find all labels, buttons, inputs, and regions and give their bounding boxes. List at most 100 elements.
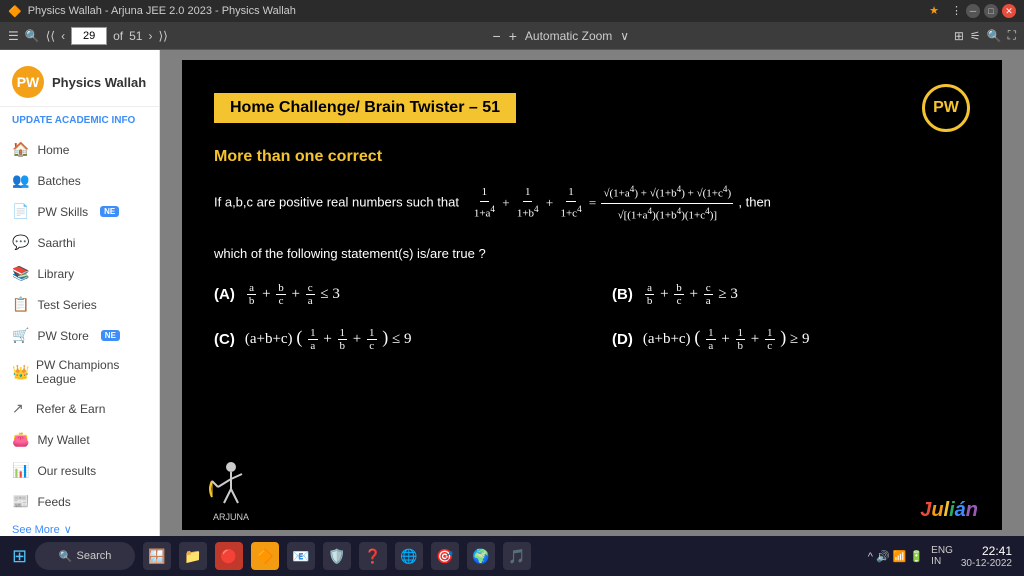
sidebar-item-label: Saarthi [37, 236, 75, 250]
option-a-expr: a b + b c + c a ≤ 3 [245, 282, 340, 307]
first-page-icon[interactable]: ⟨⟨ [46, 29, 55, 43]
minimize-button[interactable]: ─ [966, 4, 980, 18]
split-icon[interactable]: ⚟ [970, 29, 981, 43]
library-icon: 📚 [12, 265, 29, 282]
question-intro: If a,b,c are positive real numbers such … [214, 195, 459, 210]
question-text: If a,b,c are positive real numbers such … [214, 182, 970, 226]
test-series-icon: 📋 [12, 296, 29, 313]
menu-icon[interactable]: ⋮ [951, 4, 962, 18]
taskbar-app-4[interactable]: 🔶 [251, 542, 279, 570]
sidebar: PW Physics Wallah UPDATE ACADEMIC INFO 🏠… [0, 50, 160, 536]
search-icon[interactable]: 🔍 [25, 29, 40, 43]
option-c: (C) (a+b+c) ( 1 a + 1 b + [214, 327, 572, 352]
prev-page-icon[interactable]: ‹ [61, 29, 65, 43]
option-a: (A) a b + b c + c [214, 282, 572, 307]
sidebar-item-feeds[interactable]: 📰 Feeds [0, 486, 159, 517]
sidebar-item-results[interactable]: 📊 Our results [0, 455, 159, 486]
search-toolbar-icon[interactable]: 🔍 [987, 29, 1002, 43]
taskbar-app-1[interactable]: 🪟 [143, 542, 171, 570]
batches-icon: 👥 [12, 172, 29, 189]
taskbar-app-8[interactable]: 🌐 [395, 542, 423, 570]
page-header: Home Challenge/ Brain Twister – 51 PW [214, 84, 970, 132]
update-academic-link[interactable]: UPDATE ACADEMIC INFO [0, 111, 159, 134]
clock-time: 22:41 [961, 544, 1012, 558]
pdf-page: Home Challenge/ Brain Twister – 51 PW Mo… [182, 60, 1002, 530]
sidebar-item-saarthi[interactable]: 💬 Saarthi [0, 227, 159, 258]
sidebar-item-label: My Wallet [37, 433, 89, 447]
taskbar-app-10[interactable]: 🌍 [467, 542, 495, 570]
sidebar-item-label: Library [37, 267, 74, 281]
close-button[interactable]: ✕ [1002, 4, 1016, 18]
sidebar-item-pw-store[interactable]: 🛒 PW Store NE [0, 320, 159, 351]
option-b: (B) a b + b c + c [612, 282, 970, 307]
pdf-toolbar: ☰ 🔍 ⟨⟨ ‹ 29 of 51 › ⟩⟩ − + Automatic Zoo… [0, 22, 1024, 50]
sidebar-item-label: Feeds [37, 495, 70, 509]
zoom-dropdown-icon[interactable]: ∨ [620, 29, 629, 43]
see-more-link[interactable]: See More ∨ [0, 517, 159, 536]
logo-text: Physics Wallah [52, 75, 146, 90]
star-icon[interactable]: ★ [929, 4, 939, 18]
footer-brand: Julián [920, 499, 978, 522]
challenge-badge: Home Challenge/ Brain Twister – 51 [214, 93, 516, 123]
sidebar-item-pw-skills[interactable]: 📄 PW Skills NE [0, 196, 159, 227]
option-a-label: (A) [214, 286, 235, 303]
app-favicon: 🔶 [8, 5, 22, 18]
new-badge: NE [100, 206, 119, 217]
title-bar: 🔶 Physics Wallah - Arjuna JEE 2.0 2023 -… [0, 0, 1024, 22]
pw-skills-icon: 📄 [12, 203, 29, 220]
sidebar-logo: PW Physics Wallah [0, 58, 159, 107]
refer-icon: ↗ [12, 400, 28, 417]
logo-circle: PW [12, 66, 44, 98]
zoom-in-button[interactable]: + [509, 28, 517, 44]
windows-start-button[interactable]: ⊞ [12, 546, 27, 567]
last-page-icon[interactable]: ⟩⟩ [158, 29, 167, 43]
taskbar-app-7[interactable]: ❓ [359, 542, 387, 570]
sidebar-item-home[interactable]: 🏠 Home [0, 134, 159, 165]
sidebar-item-wallet[interactable]: 👛 My Wallet [0, 424, 159, 455]
sidebar-item-label: Test Series [37, 298, 96, 312]
taskbar: ⊞ 🔍 Search 🪟 📁 🔴 🔶 📧 🛡️ ❓ 🌐 🎯 🌍 🎵 ^ 🔊 📶 … [0, 536, 1024, 576]
sidebar-item-label: PW Skills [37, 205, 88, 219]
archer-label: ARJUNA [206, 512, 256, 522]
equation-display: 1 1+a4 + 1 1+b4 + 1 1+c4 = √(1+a [470, 195, 739, 210]
option-c-expr: (a+b+c) ( 1 a + 1 b + 1 [245, 327, 412, 352]
sidebar-item-label: PW Champions League [36, 358, 147, 386]
archer-svg [206, 459, 256, 509]
which-statement: which of the following statement(s) is/a… [214, 244, 970, 265]
sidebar-item-test-series[interactable]: 📋 Test Series [0, 289, 159, 320]
option-b-expr: a b + b c + c a ≥ 3 [643, 282, 738, 307]
taskbar-app-6[interactable]: 🛡️ [323, 542, 351, 570]
time-block: 22:41 30-12-2022 [961, 544, 1012, 569]
taskbar-app-11[interactable]: 🎵 [503, 542, 531, 570]
taskbar-left: ⊞ 🔍 Search 🪟 📁 🔴 🔶 📧 🛡️ ❓ 🌐 🎯 🌍 🎵 [12, 542, 531, 570]
sidebar-item-library[interactable]: 📚 Library [0, 258, 159, 289]
main-layout: PW Physics Wallah UPDATE ACADEMIC INFO 🏠… [0, 50, 1024, 536]
option-d-label: (D) [612, 331, 633, 348]
feeds-icon: 📰 [12, 493, 29, 510]
search-bar[interactable]: 🔍 Search [35, 542, 135, 570]
sidebar-item-refer[interactable]: ↗ Refer & Earn [0, 393, 159, 424]
zoom-out-button[interactable]: − [493, 28, 501, 44]
champions-icon: 👑 [12, 364, 28, 381]
page-number-input[interactable]: 29 [71, 27, 107, 45]
taskbar-app-3[interactable]: 🔴 [215, 542, 243, 570]
pw-store-icon: 🛒 [12, 327, 29, 344]
option-b-label: (B) [612, 286, 633, 303]
new-badge-store: NE [101, 330, 120, 341]
maximize-button[interactable]: □ [984, 4, 998, 18]
saarthi-icon: 💬 [12, 234, 29, 251]
grid-icon[interactable]: ⊞ [954, 29, 964, 43]
taskbar-app-5[interactable]: 📧 [287, 542, 315, 570]
next-page-icon[interactable]: › [148, 29, 152, 43]
question-end: , then [738, 195, 771, 210]
page-separator: of [113, 29, 123, 43]
chevron-down-icon: ∨ [64, 523, 72, 536]
taskbar-app-9[interactable]: 🎯 [431, 542, 459, 570]
sidebar-item-batches[interactable]: 👥 Batches [0, 165, 159, 196]
footer-archer: ARJUNA [206, 459, 256, 522]
sidebar-item-champions[interactable]: 👑 PW Champions League [0, 351, 159, 393]
menu-icon[interactable]: ☰ [8, 29, 19, 43]
taskbar-app-2[interactable]: 📁 [179, 542, 207, 570]
window-title: Physics Wallah - Arjuna JEE 2.0 2023 - P… [28, 5, 296, 17]
fullscreen-icon[interactable]: ⛶ [1008, 28, 1016, 43]
